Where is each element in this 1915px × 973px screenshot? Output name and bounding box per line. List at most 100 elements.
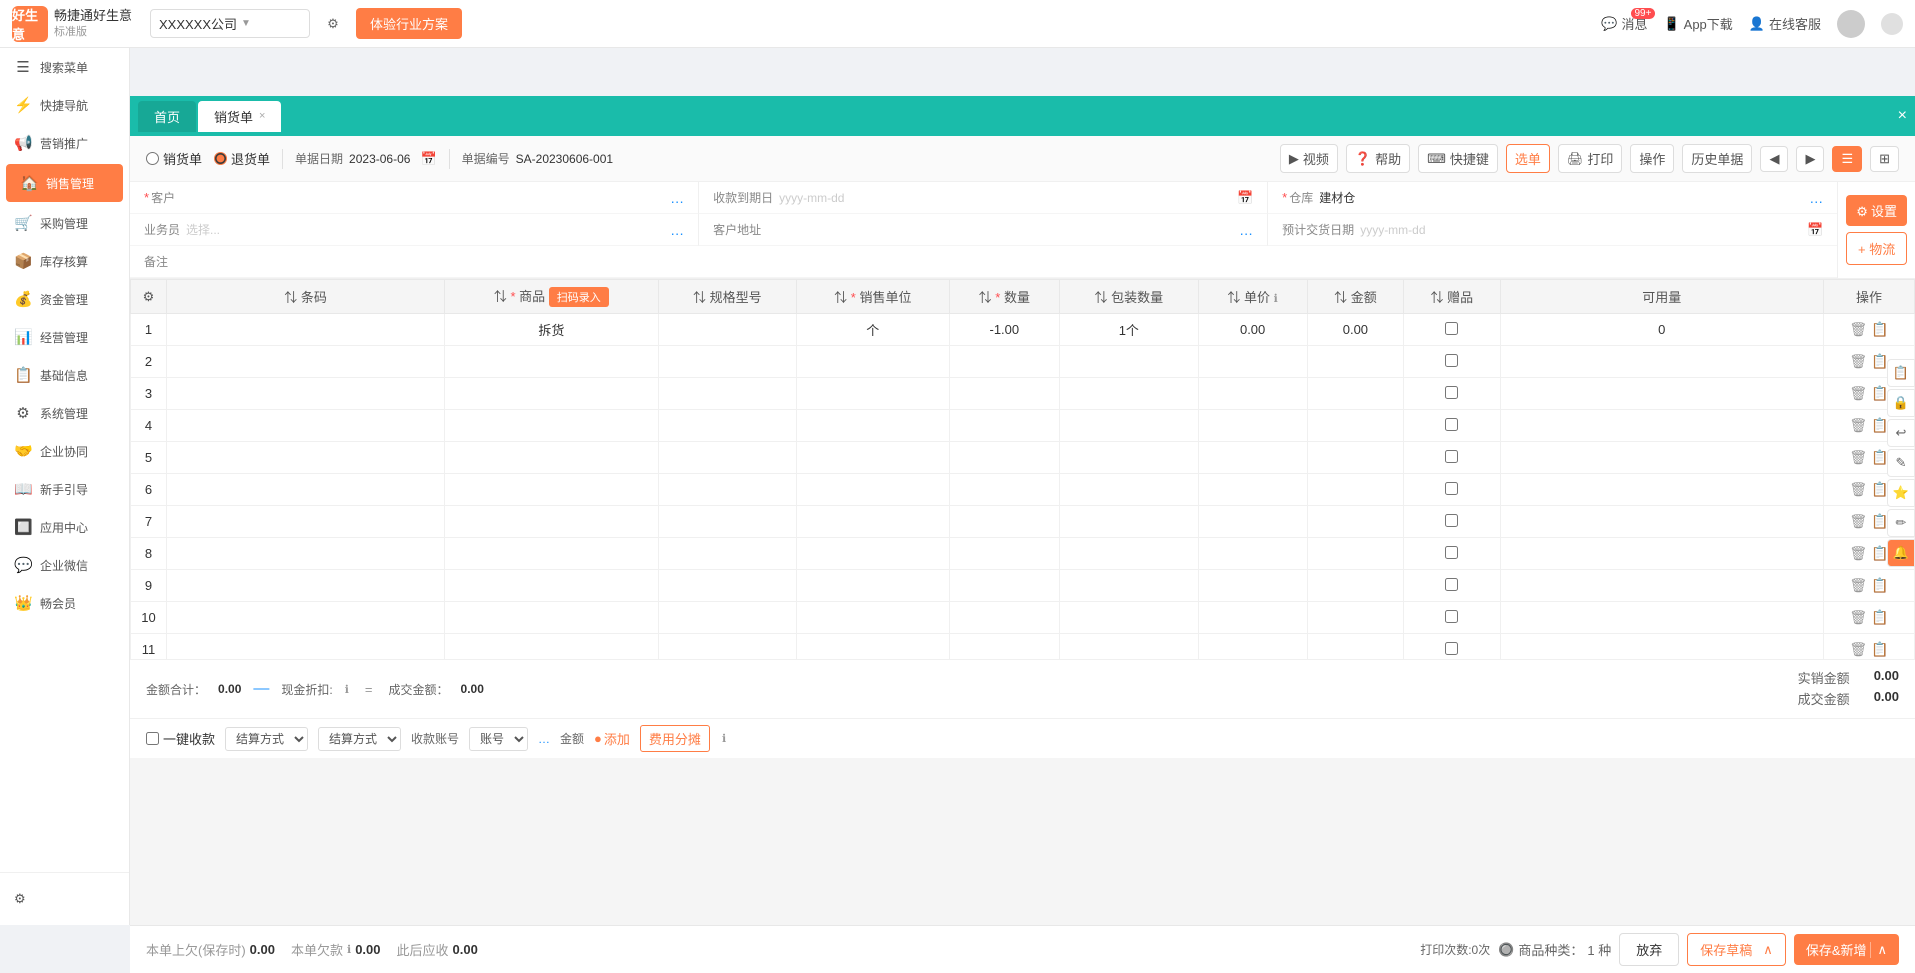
customer-more-icon[interactable]: … [670,190,684,206]
row-unit-price-1[interactable]: 0.00 [1198,314,1307,346]
float-btn-4[interactable]: ✎ [1887,449,1915,477]
row-gift-5[interactable] [1404,442,1500,474]
row-gift-9[interactable] [1404,570,1500,602]
barcode-input-7[interactable] [175,515,436,529]
sidebar-item-member[interactable]: 👑 畅会员 [0,584,129,622]
sidebar-item-purchase[interactable]: 🛒 采购管理 [0,204,129,242]
radio-return-input[interactable] [214,152,227,165]
settings-side-btn[interactable]: ⚙ 设置 [1846,195,1907,226]
row-spec-1[interactable] [658,314,797,346]
row-gift-11[interactable] [1404,634,1500,660]
row-gift-4[interactable] [1404,410,1500,442]
barcode-input-3[interactable] [175,387,436,401]
tab-close-icon[interactable]: × [259,110,265,122]
trial-button[interactable]: 体验行业方案 [356,8,462,39]
user-avatar[interactable] [1837,10,1865,38]
copy-btn-10[interactable]: 📋 [1871,609,1888,626]
row-product-6[interactable] [445,474,658,506]
sidebar-item-enterprise[interactable]: 🤝 企业协同 [0,432,129,470]
row-spec-5[interactable] [658,442,797,474]
row-product-8[interactable] [445,538,658,570]
row-spec-4[interactable] [658,410,797,442]
copy-btn-3[interactable]: 📋 [1871,385,1888,402]
row-gift-3[interactable] [1404,378,1500,410]
row-unit-price-2[interactable] [1198,346,1307,378]
row-gift-8[interactable] [1404,538,1500,570]
tab-sales-order[interactable]: 销货单 × [198,101,281,132]
expense-split-btn[interactable]: 费用分摊 [640,725,710,752]
copy-btn-5[interactable]: 📋 [1871,449,1888,466]
th-quantity[interactable]: ⇅ * 数量 [949,280,1060,314]
sidebar-item-app-center[interactable]: 🔲 应用中心 [0,508,129,546]
barcode-input-2[interactable] [175,355,436,369]
shortcut-btn[interactable]: ⌨ 快捷键 [1418,144,1498,173]
row-spec-6[interactable] [658,474,797,506]
row-spec-9[interactable] [658,570,797,602]
row-unit-price-4[interactable] [1198,410,1307,442]
row-spec-8[interactable] [658,538,797,570]
th-unit[interactable]: ⇅ * 销售单位 [797,280,950,314]
select-btn[interactable]: 选单 [1506,144,1550,173]
row-unit-price-6[interactable] [1198,474,1307,506]
history-btn[interactable]: 历史单据 [1682,144,1752,173]
th-amount[interactable]: ⇅ 金额 [1307,280,1403,314]
radio-return-order[interactable]: 退货单 [214,149,270,168]
gift-checkbox-7[interactable] [1445,514,1458,527]
sidebar-settings-btn[interactable]: ⚙ [0,881,129,917]
row-quantity-1[interactable]: -1.00 [949,314,1060,346]
expected-date-calendar-icon[interactable]: 📅 [1807,222,1823,238]
row-unit-price-10[interactable] [1198,602,1307,634]
row-barcode-1[interactable] [167,314,445,346]
gift-checkbox-4[interactable] [1445,418,1458,431]
copy-btn-8[interactable]: 📋 [1871,545,1888,562]
row-quantity-8[interactable] [949,538,1060,570]
gift-checkbox-9[interactable] [1445,578,1458,591]
row-product-4[interactable] [445,410,658,442]
barcode-input-9[interactable] [175,579,436,593]
row-unit-price-3[interactable] [1198,378,1307,410]
calendar-icon[interactable]: 📅 [420,151,436,167]
sidebar-item-wechat[interactable]: 💬 企业微信 [0,546,129,584]
row-unit-price-11[interactable] [1198,634,1307,660]
copy-btn-9[interactable]: 📋 [1871,577,1888,594]
row-product-9[interactable] [445,570,658,602]
customer-addr-more-icon[interactable]: … [1239,222,1253,238]
logistics-side-btn[interactable]: + 物流 [1846,232,1907,265]
row-spec-10[interactable] [658,602,797,634]
row-spec-7[interactable] [658,506,797,538]
gift-checkbox-5[interactable] [1445,450,1458,463]
gift-checkbox-10[interactable] [1445,610,1458,623]
gift-checkbox-2[interactable] [1445,354,1458,367]
salesperson-input[interactable] [186,223,670,237]
save-draft-chevron[interactable]: ∧ [1756,942,1773,958]
row-barcode-2[interactable] [167,346,445,378]
print-btn[interactable]: 🖨 打印 [1558,144,1623,173]
abandon-btn[interactable]: 放弃 [1619,933,1679,966]
sidebar-item-basic-info[interactable]: 📋 基础信息 [0,356,129,394]
cash-discount-dash[interactable]: — [253,680,269,698]
row-product-5[interactable] [445,442,658,474]
collect-date-calendar-icon[interactable]: 📅 [1237,190,1253,206]
online-service-button[interactable]: 👤 在线客服 [1749,14,1821,33]
message-button[interactable]: 💬 消息 99+ [1601,14,1647,33]
row-quantity-10[interactable] [949,602,1060,634]
barcode-input-6[interactable] [175,483,436,497]
row-barcode-5[interactable] [167,442,445,474]
th-pkg-qty[interactable]: ⇅ 包装数量 [1060,280,1199,314]
copy-btn-1[interactable]: 📋 [1871,321,1888,338]
row-quantity-3[interactable] [949,378,1060,410]
gift-checkbox-6[interactable] [1445,482,1458,495]
float-btn-7[interactable]: 🔔 [1887,539,1915,567]
help-btn[interactable]: ❓ 帮助 [1346,144,1410,173]
row-barcode-3[interactable] [167,378,445,410]
row-barcode-11[interactable] [167,634,445,660]
add-payment-btn[interactable]: ● 添加 [594,729,630,748]
row-product-2[interactable] [445,346,658,378]
action-btn[interactable]: 操作 [1630,144,1674,173]
gear-button[interactable]: ⚙ [318,9,348,39]
nav-next-btn[interactable]: ▶ [1796,146,1824,172]
row-barcode-10[interactable] [167,602,445,634]
row-product-1[interactable]: 拆货 [445,314,658,346]
one-click-payment-input[interactable] [146,732,159,745]
delete-btn-10[interactable]: 🗑 [1849,609,1867,626]
